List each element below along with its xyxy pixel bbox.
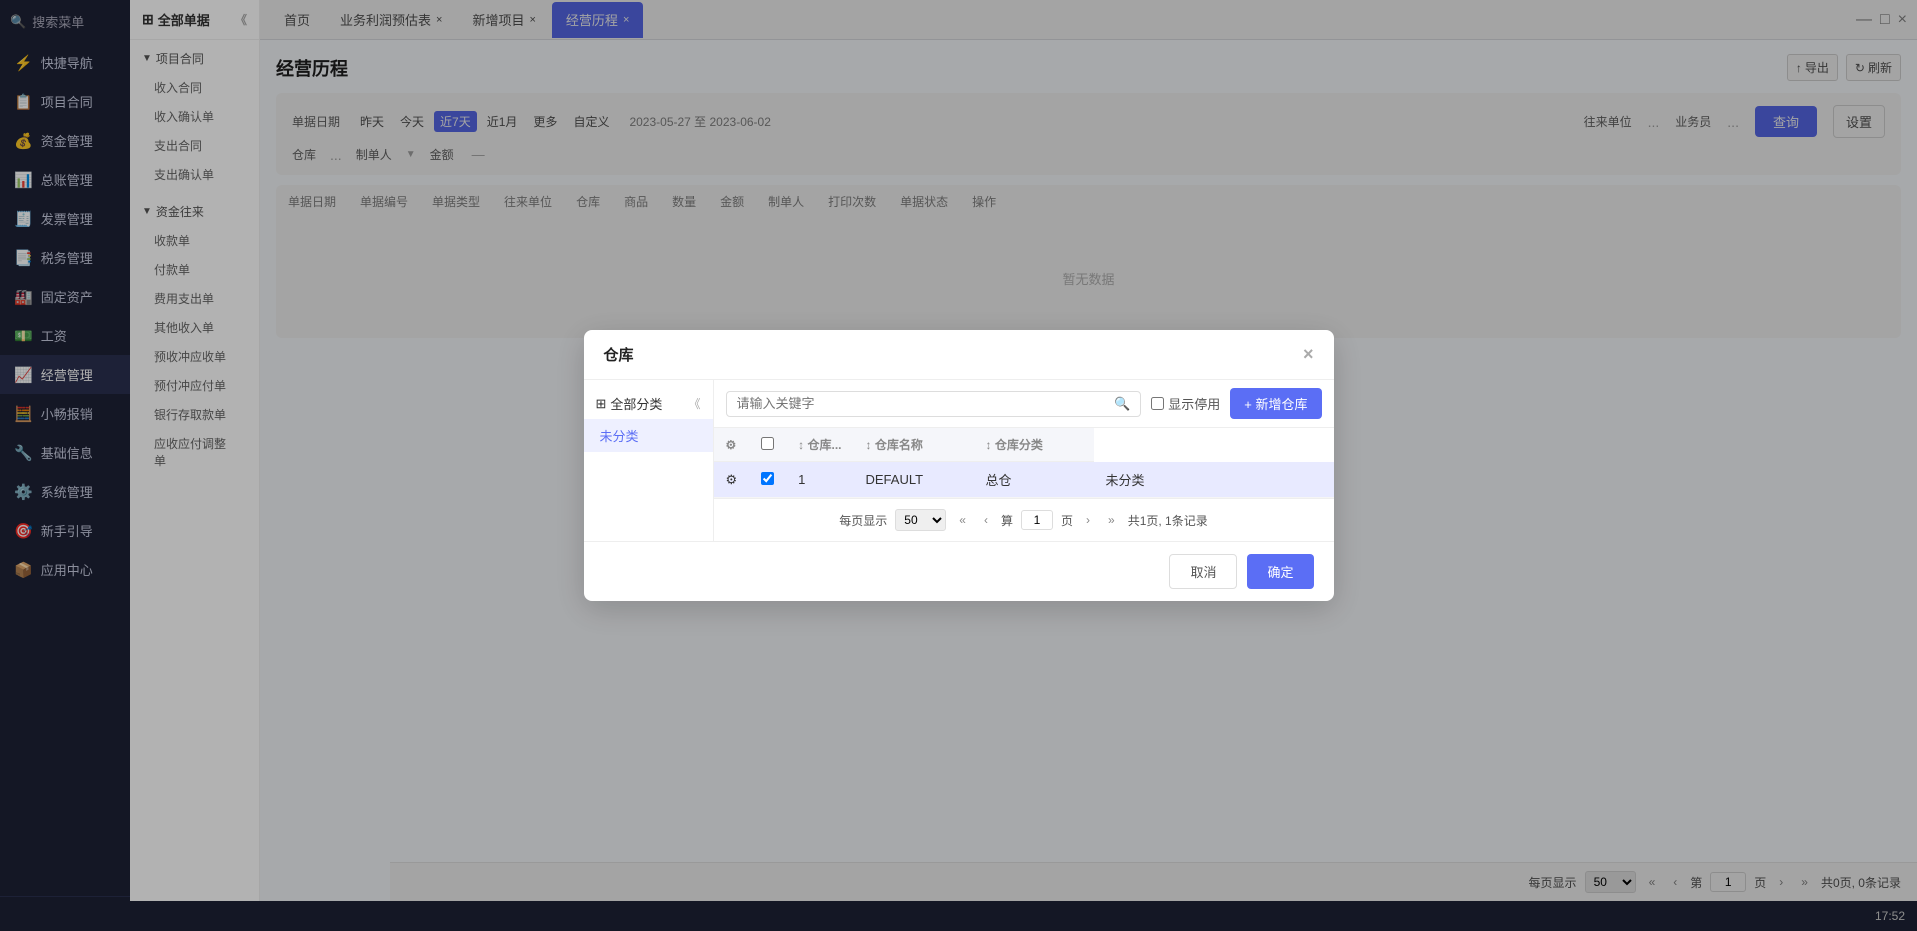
row-code: DEFAULT [854,462,974,498]
modal-search-icon: 🔍 [1114,396,1130,412]
row-checkbox[interactable] [761,472,774,485]
modal-next-page[interactable]: › [1081,511,1095,529]
row-gear[interactable]: ⚙ [714,462,750,498]
modal-last-page[interactable]: » [1103,511,1120,529]
modal-overlay: 仓库 × ⊞ 全部分类 《 未分类 [0,0,1917,931]
col-category-header[interactable]: ↕ 仓库分类 [974,428,1094,462]
modal-search-box: 🔍 [726,391,1142,417]
modal-title: 仓库 [604,344,634,365]
modal-left-panel: ⊞ 全部分类 《 未分类 [584,380,714,541]
gear-row-icon: ⚙ [726,472,738,487]
modal-page-size-select[interactable]: 50 100 [895,509,946,531]
modal-right-panel: 🔍 显示停用 + 新增仓库 ⚙ [714,380,1334,541]
grid-icon-modal: ⊞ [596,396,607,412]
modal-page-input[interactable] [1021,510,1053,530]
modal-close-button[interactable]: × [1303,344,1314,365]
col-gear-header: ⚙ [714,428,750,462]
col-id-header[interactable]: ↕ 仓库... [786,428,853,462]
modal-left-collapse-icon[interactable]: 《 [688,395,700,412]
modal-search-input[interactable] [737,396,1109,411]
show-disabled-checkbox[interactable] [1151,397,1164,410]
warehouse-table-body: ⚙ 1 DEFAULT 总仓 未分类 [714,462,1334,498]
row-id: 1 [786,462,853,498]
col-name-header[interactable]: ↕ 仓库名称 [854,428,974,462]
add-warehouse-button[interactable]: + 新增仓库 [1230,388,1321,419]
modal-table-footer: 每页显示 50 100 « ‹ 算 页 › » 共1页, 1条记录 [714,498,1334,541]
row-check[interactable] [749,462,786,498]
row-name: 总仓 [974,462,1094,498]
cancel-button[interactable]: 取消 [1169,554,1237,589]
gear-icon-header[interactable]: ⚙ [726,438,737,452]
modal-left-all-category[interactable]: ⊞ 全部分类 《 [584,388,713,419]
confirm-button[interactable]: 确定 [1247,554,1313,589]
show-disabled-label: 显示停用 [1151,394,1220,413]
table-row[interactable]: ⚙ 1 DEFAULT 总仓 未分类 [714,462,1334,498]
warehouse-modal: 仓库 × ⊞ 全部分类 《 未分类 [584,330,1334,601]
modal-header: 仓库 × [584,330,1334,380]
warehouse-table: ⚙ ↕ 仓库... ↕ 仓库名称 [714,428,1334,498]
modal-toolbar: 🔍 显示停用 + 新增仓库 [714,380,1334,428]
modal-left-item-uncategorized[interactable]: 未分类 [584,419,713,452]
modal-body: ⊞ 全部分类 《 未分类 🔍 显示停用 [584,380,1334,541]
modal-footer: 取消 确定 [584,541,1334,601]
modal-first-page[interactable]: « [954,511,971,529]
col-check-header [749,428,786,462]
modal-table: ⚙ ↕ 仓库... ↕ 仓库名称 [714,428,1334,498]
select-all-checkbox[interactable] [761,437,774,450]
modal-prev-page[interactable]: ‹ [979,511,993,529]
row-category: 未分类 [1094,462,1334,498]
